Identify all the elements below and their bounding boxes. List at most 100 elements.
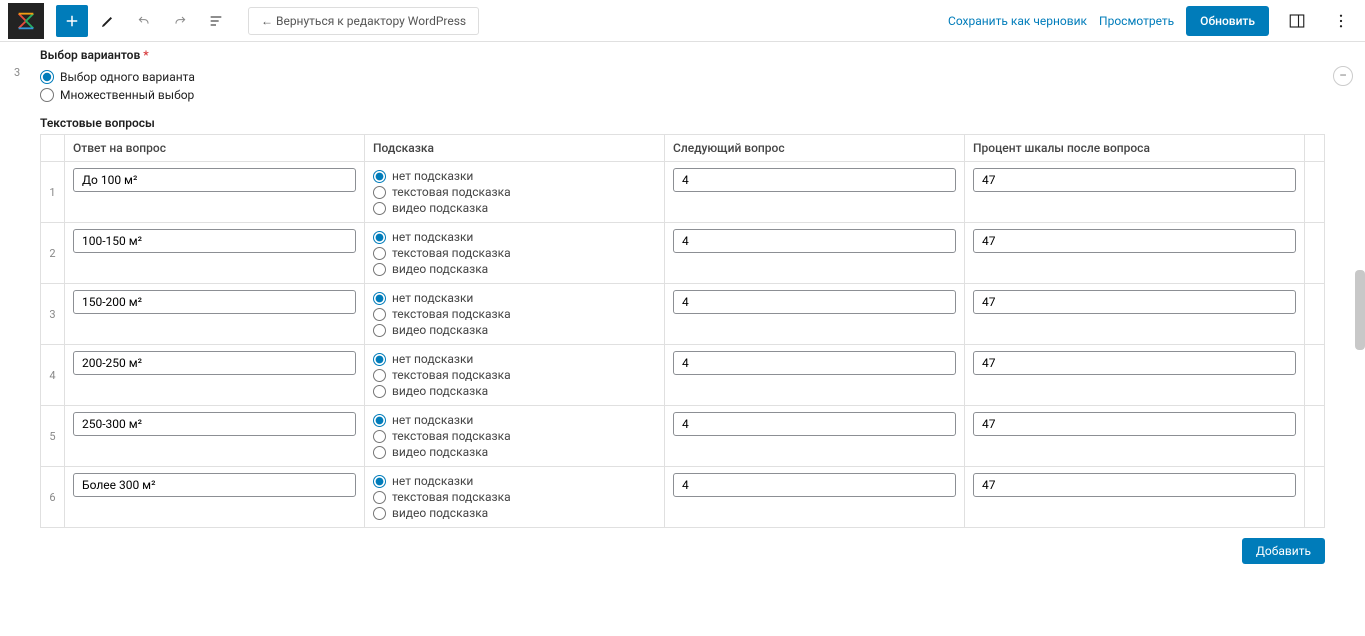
hint-video-option[interactable]: видео подсказка: [373, 383, 656, 399]
cell-hint: нет подсказки текстовая подсказкавидео по…: [365, 284, 665, 345]
variant-multiple-radio[interactable]: [40, 88, 54, 102]
next-input[interactable]: [673, 473, 956, 497]
hint-video-option[interactable]: видео подсказка: [373, 444, 656, 460]
add-block-button[interactable]: [56, 5, 88, 37]
panel-icon: [1288, 12, 1306, 30]
undo-icon: [136, 13, 152, 29]
hint-video-radio[interactable]: [373, 202, 386, 215]
hint-none-radio[interactable]: [373, 353, 386, 366]
save-draft-button[interactable]: Сохранить как черновик: [948, 14, 1087, 28]
cell-hint: нет подсказкитекстовая подсказкавидео по…: [365, 223, 665, 284]
hint-video-option[interactable]: видео подсказка: [373, 505, 656, 521]
percent-input[interactable]: [973, 168, 1296, 192]
cell-tail: [1305, 467, 1325, 528]
hint-text-label: текстовая подсказка: [392, 307, 511, 321]
back-to-wordpress-button[interactable]: ← Вернуться к редактору WordPress: [248, 7, 479, 35]
outline-button[interactable]: [200, 5, 232, 37]
hint-video-option[interactable]: видео подсказка: [373, 261, 656, 277]
cell-tail: [1305, 284, 1325, 345]
variant-multiple-option[interactable]: Множественный выбор: [40, 86, 1325, 104]
next-input[interactable]: [673, 290, 956, 314]
cell-answer: [65, 223, 365, 284]
redo-icon: [172, 13, 188, 29]
hint-none-radio[interactable]: [373, 292, 386, 305]
answer-input[interactable]: [73, 229, 356, 253]
variant-single-option[interactable]: Выбор одного варианта: [40, 68, 1325, 86]
hint-none-radio[interactable]: [373, 231, 386, 244]
hint-text-radio[interactable]: [373, 308, 386, 321]
next-input[interactable]: [673, 351, 956, 375]
hint-video-radio[interactable]: [373, 446, 386, 459]
hint-text-radio[interactable]: [373, 369, 386, 382]
hint-text-option[interactable]: текстовая подсказка: [373, 428, 656, 444]
variants-radio-group: Выбор одного варианта Множественный выбо…: [40, 68, 1325, 104]
collapse-button[interactable]: −: [1333, 66, 1353, 86]
cell-percent: [965, 345, 1305, 406]
preview-button[interactable]: Просмотреть: [1099, 14, 1174, 28]
cell-hint: нет подсказкитекстовая подсказкавидео по…: [365, 467, 665, 528]
hint-none-label: нет подсказки: [392, 291, 473, 305]
percent-input[interactable]: [973, 290, 1296, 314]
hint-none-option[interactable]: нет подсказки: [373, 290, 656, 306]
hint-none-option[interactable]: нет подсказки: [373, 473, 656, 489]
hint-text-radio[interactable]: [373, 186, 386, 199]
col-percent: Процент шкалы после вопроса: [965, 135, 1305, 162]
hint-video-option[interactable]: видео подсказка: [373, 200, 656, 216]
hint-text-option[interactable]: текстовая подсказка: [373, 367, 656, 383]
hint-video-radio[interactable]: [373, 324, 386, 337]
edit-button[interactable]: [92, 5, 124, 37]
cell-hint: нет подсказкитекстовая подсказкавидео по…: [365, 162, 665, 223]
next-input[interactable]: [673, 229, 956, 253]
cell-next: [665, 223, 965, 284]
table-row: 6 нет подсказкитекстовая подсказкавидео п…: [41, 467, 1325, 528]
answer-input[interactable]: [73, 351, 356, 375]
hint-text-option[interactable]: текстовая подсказка: [373, 306, 656, 322]
hint-text-radio[interactable]: [373, 491, 386, 504]
answer-input[interactable]: [73, 290, 356, 314]
hint-text-radio[interactable]: [373, 430, 386, 443]
hint-text-option[interactable]: текстовая подсказка: [373, 184, 656, 200]
hint-none-option[interactable]: нет подсказки: [373, 168, 656, 184]
hint-video-option[interactable]: видео подсказка: [373, 322, 656, 338]
cell-percent: [965, 223, 1305, 284]
percent-input[interactable]: [973, 351, 1296, 375]
percent-input[interactable]: [973, 473, 1296, 497]
update-button[interactable]: Обновить: [1186, 6, 1269, 36]
hint-text-radio[interactable]: [373, 247, 386, 260]
add-row-button[interactable]: Добавить: [1242, 538, 1325, 564]
answer-input[interactable]: [73, 473, 356, 497]
hint-none-option[interactable]: нет подсказки: [373, 229, 656, 245]
answer-input[interactable]: [73, 168, 356, 192]
site-logo[interactable]: [8, 3, 44, 39]
hint-none-option[interactable]: нет подсказки: [373, 412, 656, 428]
sidebar-toggle-button[interactable]: [1281, 5, 1313, 37]
redo-button[interactable]: [164, 5, 196, 37]
col-next: Следующий вопрос: [665, 135, 965, 162]
hint-video-radio[interactable]: [373, 385, 386, 398]
questions-table: Ответ на вопрос Подсказка Следующий вопр…: [40, 134, 1325, 528]
hint-none-radio[interactable]: [373, 170, 386, 183]
hint-none-radio[interactable]: [373, 475, 386, 488]
next-input[interactable]: [673, 412, 956, 436]
cell-hint: нет подсказкитекстовая подсказкавидео по…: [365, 406, 665, 467]
undo-button[interactable]: [128, 5, 160, 37]
scrollbar-thumb[interactable]: [1355, 270, 1365, 350]
percent-input[interactable]: [973, 229, 1296, 253]
hint-text-option[interactable]: текстовая подсказка: [373, 489, 656, 505]
hint-none-option[interactable]: нет подсказки: [373, 351, 656, 367]
row-number: 6: [41, 467, 65, 528]
more-menu-button[interactable]: [1325, 5, 1357, 37]
cell-next: [665, 284, 965, 345]
answer-input[interactable]: [73, 412, 356, 436]
hint-video-radio[interactable]: [373, 507, 386, 520]
hint-video-radio[interactable]: [373, 263, 386, 276]
next-input[interactable]: [673, 168, 956, 192]
topbar-left: ← Вернуться к редактору WordPress: [8, 3, 479, 39]
hint-text-option[interactable]: текстовая подсказка: [373, 245, 656, 261]
variant-single-radio[interactable]: [40, 70, 54, 84]
variants-title: Выбор вариантов *: [40, 48, 1325, 62]
col-answer: Ответ на вопрос: [65, 135, 365, 162]
hint-none-radio[interactable]: [373, 414, 386, 427]
percent-input[interactable]: [973, 412, 1296, 436]
col-rownum: [41, 135, 65, 162]
